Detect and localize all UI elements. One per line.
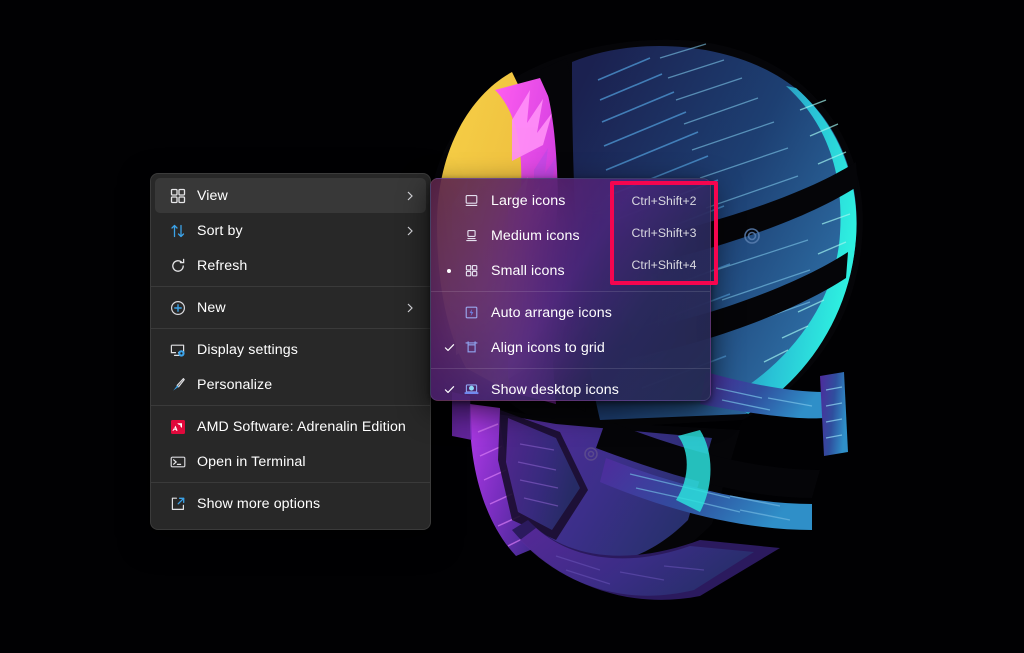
terminal-icon bbox=[165, 453, 191, 471]
menu-item-label: Open in Terminal bbox=[191, 454, 418, 470]
submenu-item-small-icons[interactable]: Small icons bbox=[435, 253, 706, 288]
sort-arrows-icon bbox=[165, 222, 191, 240]
menu-separator bbox=[151, 286, 430, 287]
menu-separator bbox=[151, 482, 430, 483]
small-icon-display-icon bbox=[457, 262, 485, 279]
amd-logo-icon bbox=[165, 418, 191, 436]
checkmark-icon bbox=[441, 383, 457, 396]
medium-icon-display-icon bbox=[457, 227, 485, 244]
submenu-item-label: Show desktop icons bbox=[485, 382, 698, 398]
menu-item-label: New bbox=[191, 300, 402, 316]
desktop-surface[interactable]: View Sort by bbox=[0, 0, 1024, 653]
menu-item-label: Show more options bbox=[191, 496, 418, 512]
submenu-item-label: Align icons to grid bbox=[485, 340, 698, 356]
auto-arrange-icon bbox=[457, 304, 485, 321]
grid-icon bbox=[165, 187, 191, 205]
submenu-item-label: Medium icons bbox=[485, 228, 698, 244]
plus-circle-icon bbox=[165, 299, 191, 317]
submenu-item-label: Auto arrange icons bbox=[485, 305, 698, 321]
menu-separator bbox=[151, 405, 430, 406]
submenu-item-show-desktop-icons[interactable]: Show desktop icons bbox=[435, 372, 706, 407]
desktop-context-menu[interactable]: View Sort by bbox=[150, 173, 431, 530]
submenu-separator bbox=[431, 291, 710, 292]
menu-item-amd-software[interactable]: AMD Software: Adrenalin Edition bbox=[155, 409, 426, 444]
menu-item-new[interactable]: New bbox=[155, 290, 426, 325]
menu-item-show-more-options[interactable]: Show more options bbox=[155, 486, 426, 521]
refresh-icon bbox=[165, 257, 191, 275]
monitor-gear-icon bbox=[165, 341, 191, 359]
submenu-item-medium-icons[interactable]: Medium icons bbox=[435, 218, 706, 253]
submenu-item-label: Large icons bbox=[485, 193, 698, 209]
submenu-separator bbox=[431, 368, 710, 369]
menu-item-label: Display settings bbox=[191, 342, 418, 358]
chevron-right-icon bbox=[402, 190, 418, 202]
paintbrush-icon bbox=[165, 376, 191, 394]
menu-separator bbox=[151, 328, 430, 329]
chevron-right-icon bbox=[402, 225, 418, 237]
submenu-item-label: Small icons bbox=[485, 263, 698, 279]
menu-item-label: Sort by bbox=[191, 223, 402, 239]
menu-item-label: AMD Software: Adrenalin Edition bbox=[191, 419, 418, 435]
menu-item-display-settings[interactable]: Display settings bbox=[155, 332, 426, 367]
selection-marker-bullet bbox=[441, 269, 457, 273]
view-submenu[interactable]: Large icons Medium icons bbox=[430, 178, 711, 401]
large-icon-display-icon bbox=[457, 192, 485, 209]
submenu-item-auto-arrange[interactable]: Auto arrange icons bbox=[435, 295, 706, 330]
checkmark-icon bbox=[441, 341, 457, 354]
menu-item-refresh[interactable]: Refresh bbox=[155, 248, 426, 283]
submenu-item-large-icons[interactable]: Large icons bbox=[435, 183, 706, 218]
expand-arrow-icon bbox=[165, 495, 191, 513]
desktop-icons-icon bbox=[457, 381, 485, 398]
menu-item-personalize[interactable]: Personalize bbox=[155, 367, 426, 402]
chevron-right-icon bbox=[402, 302, 418, 314]
menu-item-label: Personalize bbox=[191, 377, 418, 393]
menu-item-label: View bbox=[191, 188, 402, 204]
menu-item-sort-by[interactable]: Sort by bbox=[155, 213, 426, 248]
submenu-item-align-grid[interactable]: Align icons to grid bbox=[435, 330, 706, 365]
menu-item-view[interactable]: View bbox=[155, 178, 426, 213]
menu-item-open-terminal[interactable]: Open in Terminal bbox=[155, 444, 426, 479]
align-grid-icon bbox=[457, 339, 485, 356]
menu-item-label: Refresh bbox=[191, 258, 418, 274]
